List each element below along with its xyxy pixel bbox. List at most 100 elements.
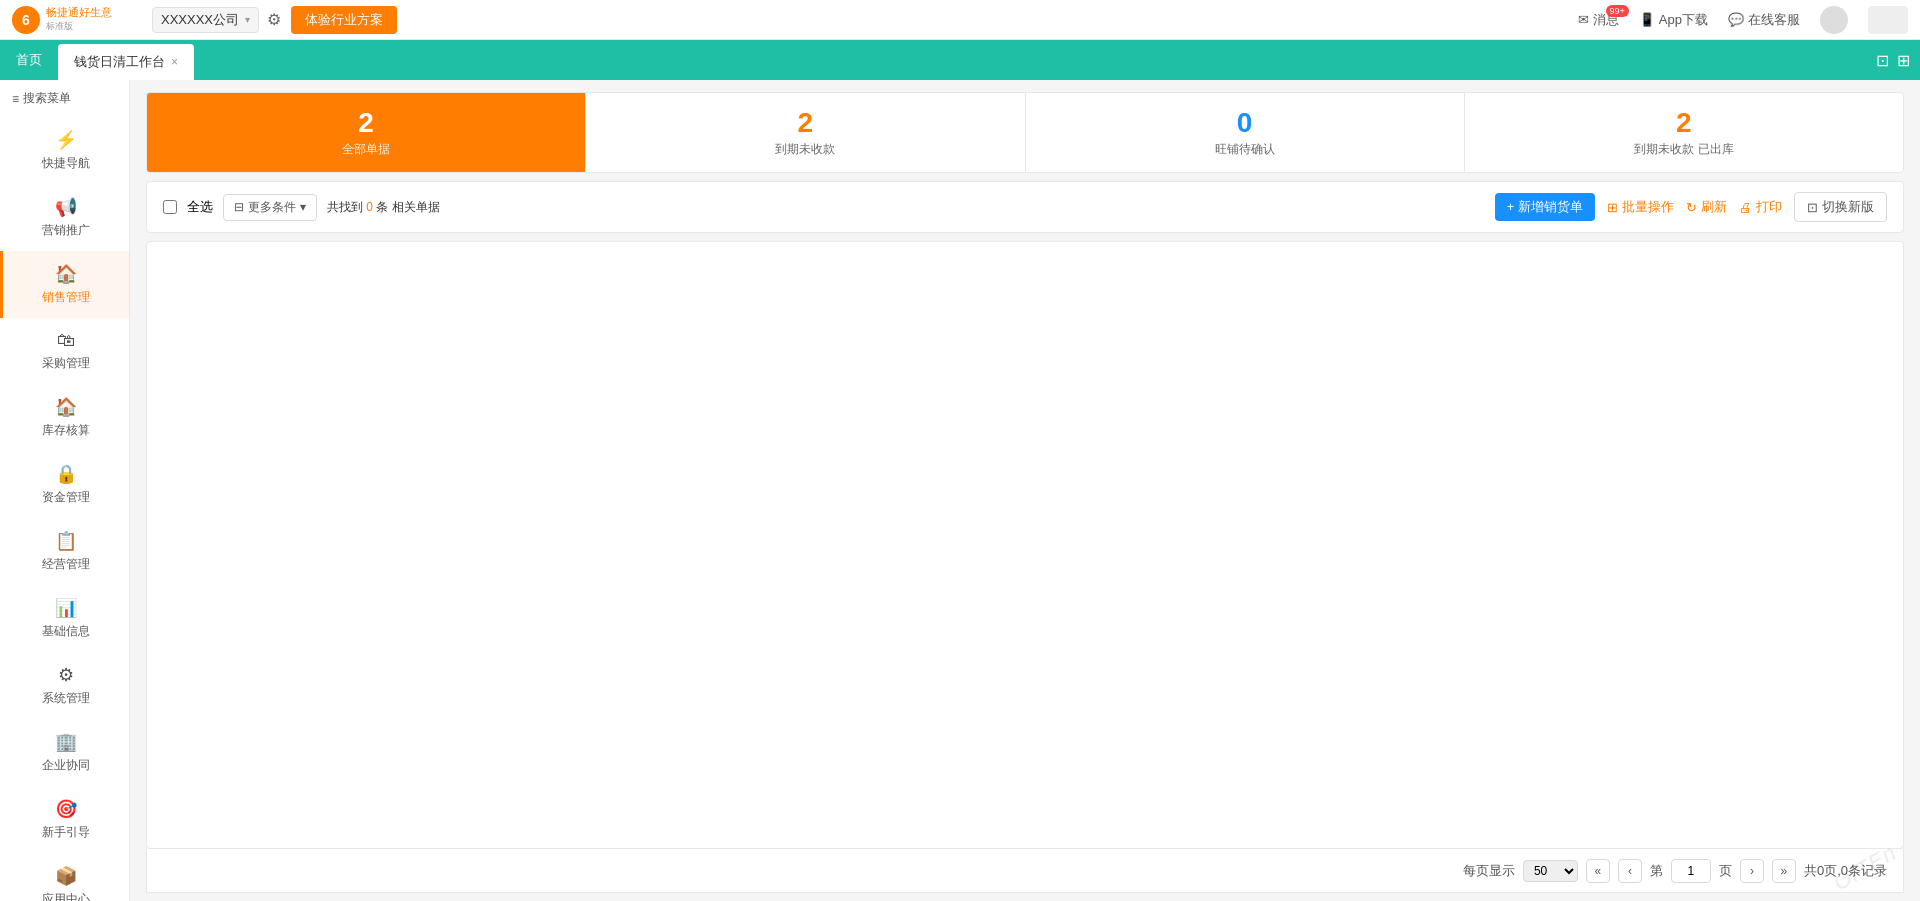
sidebar-item-basic-info[interactable]: 📊 基础信息 <box>0 585 129 652</box>
content-area: 2 全部单据 2 到期未收款 0 旺铺待确认 2 到期未收款 已出库 全选 <box>130 80 1920 901</box>
batch-icon: ⊞ <box>1607 200 1618 215</box>
switch-new-version-button[interactable]: ⊡ 切换新版 <box>1794 192 1887 222</box>
search-icon: ≡ <box>12 92 19 106</box>
tab-home[interactable]: 首页 <box>0 40 58 80</box>
logo-badge: 标准版 <box>46 20 112 33</box>
operations-icon: 📋 <box>55 530 77 552</box>
maximize-icon[interactable]: ⊞ <box>1897 51 1910 70</box>
filter-icon: ⊟ <box>234 200 244 214</box>
total-records: 共0页,0条记录 <box>1804 862 1887 880</box>
message-badge: 99+ <box>1606 5 1629 17</box>
sidebar-item-guide[interactable]: 🎯 新手引导 <box>0 786 129 853</box>
next-page-button[interactable]: › <box>1740 859 1764 883</box>
logo-icon: 6 <box>12 6 40 34</box>
logo-area: 6 畅捷通好生意 标准版 <box>12 6 142 34</box>
filter-chevron-icon: ▾ <box>300 200 306 214</box>
logo-text: 畅捷通好生意 <box>46 6 112 19</box>
inventory-icon: 🏠 <box>55 396 77 418</box>
toolbar: 全选 ⊟ 更多条件 ▾ 共找到 0 条 相关单据 + 新增销货单 ⊞ 批量操作 <box>146 181 1904 233</box>
last-page-button[interactable]: » <box>1772 859 1796 883</box>
select-all-label: 全选 <box>187 198 213 216</box>
switch-icon: ⊡ <box>1807 200 1818 215</box>
new-sale-button[interactable]: + 新增销货单 <box>1495 193 1595 221</box>
top-bar: 6 畅捷通好生意 标准版 XXXXXX公司 ▾ ⚙ 体验行业方案 ✉ 消息 99… <box>0 0 1920 40</box>
company-name: XXXXXX公司 <box>161 11 239 29</box>
stat-label-shipped: 到期未收款 已出库 <box>1485 141 1883 158</box>
quick-nav-icon: ⚡ <box>55 129 77 151</box>
print-button[interactable]: 🖨 打印 <box>1739 198 1782 216</box>
filter-button[interactable]: ⊟ 更多条件 ▾ <box>223 194 317 221</box>
per-page-select[interactable]: 50 100 200 <box>1523 860 1578 882</box>
app-center-icon: 📦 <box>55 865 77 887</box>
tab-close-icon[interactable]: × <box>171 55 178 69</box>
download-icon: 📱 <box>1639 12 1655 27</box>
sidebar-search[interactable]: ≡ 搜索菜单 <box>0 80 129 117</box>
basic-info-icon: 📊 <box>55 597 77 619</box>
sidebar-item-finance[interactable]: 🔒 资金管理 <box>0 451 129 518</box>
refresh-icon: ↻ <box>1686 200 1697 215</box>
prev-page-button[interactable]: ‹ <box>1618 859 1642 883</box>
service-icon: 💬 <box>1728 12 1744 27</box>
settings-icon[interactable]: ⚙ <box>267 10 281 29</box>
tab-active[interactable]: 钱货日清工作台 × <box>58 44 194 80</box>
stat-card-shipped[interactable]: 2 到期未收款 已出库 <box>1465 93 1903 172</box>
message-button[interactable]: ✉ 消息 99+ <box>1578 11 1619 29</box>
sidebar-item-enterprise[interactable]: 🏢 企业协同 <box>0 719 129 786</box>
found-text: 共找到 0 条 相关单据 <box>327 199 440 216</box>
print-icon: 🖨 <box>1739 200 1752 215</box>
stat-card-all[interactable]: 2 全部单据 <box>147 93 586 172</box>
sidebar-item-operations[interactable]: 📋 经营管理 <box>0 518 129 585</box>
stat-count-pending: 0 <box>1046 107 1444 139</box>
pagination: 每页显示 50 100 200 « ‹ 第 页 › » 共0页,0条记录 <box>146 849 1904 893</box>
finance-icon: 🔒 <box>55 463 77 485</box>
stat-count-overdue: 2 <box>606 107 1004 139</box>
enterprise-icon: 🏢 <box>55 731 77 753</box>
sidebar-item-quick-nav[interactable]: ⚡ 快捷导航 <box>0 117 129 184</box>
found-count: 0 <box>366 200 373 214</box>
sidebar: ≡ 搜索菜单 ⚡ 快捷导航 📢 营销推广 🏠 销售管理 🛍 采购管理 🏠 库存核… <box>0 80 130 901</box>
trial-button[interactable]: 体验行业方案 <box>291 6 397 34</box>
top-right-actions: ✉ 消息 99+ 📱 App下载 💬 在线客服 <box>1578 6 1908 34</box>
toolbar-right: + 新增销货单 ⊞ 批量操作 ↻ 刷新 🖨 打印 ⊡ 切换新版 <box>1495 192 1887 222</box>
message-icon: ✉ <box>1578 12 1589 27</box>
page-label: 第 <box>1650 862 1663 880</box>
batch-operation-button[interactable]: ⊞ 批量操作 <box>1607 198 1674 216</box>
select-all-checkbox[interactable] <box>163 200 177 214</box>
sidebar-item-marketing[interactable]: 📢 营销推广 <box>0 184 129 251</box>
per-page-label: 每页显示 <box>1463 862 1515 880</box>
tab-bar: 首页 钱货日清工作台 × ⊡ ⊞ <box>0 40 1920 80</box>
marketing-icon: 📢 <box>55 196 77 218</box>
stat-card-pending[interactable]: 0 旺铺待确认 <box>1026 93 1465 172</box>
guide-icon: 🎯 <box>55 798 77 820</box>
page-number-input[interactable] <box>1671 859 1711 883</box>
page-suffix: 页 <box>1719 862 1732 880</box>
stat-card-overdue[interactable]: 2 到期未收款 <box>586 93 1025 172</box>
stat-count-all: 2 <box>167 107 565 139</box>
stat-count-shipped: 2 <box>1485 107 1883 139</box>
sidebar-item-app-center[interactable]: 📦 应用中心 <box>0 853 129 901</box>
minimize-icon[interactable]: ⊡ <box>1876 51 1889 70</box>
main-layout: ≡ 搜索菜单 ⚡ 快捷导航 📢 营销推广 🏠 销售管理 🛍 采购管理 🏠 库存核… <box>0 80 1920 901</box>
company-selector[interactable]: XXXXXX公司 ▾ <box>152 7 259 33</box>
avatar[interactable] <box>1820 6 1848 34</box>
purchase-icon: 🛍 <box>57 330 75 351</box>
online-service-button[interactable]: 💬 在线客服 <box>1728 11 1800 29</box>
sidebar-item-sales[interactable]: 🏠 销售管理 <box>0 251 129 318</box>
first-page-button[interactable]: « <box>1586 859 1610 883</box>
toolbar-left: 全选 ⊟ 更多条件 ▾ 共找到 0 条 相关单据 <box>163 194 440 221</box>
refresh-button[interactable]: ↻ 刷新 <box>1686 198 1727 216</box>
sidebar-item-purchase[interactable]: 🛍 采购管理 <box>0 318 129 384</box>
sales-icon: 🏠 <box>55 263 77 285</box>
stat-label-overdue: 到期未收款 <box>606 141 1004 158</box>
stats-row: 2 全部单据 2 到期未收款 0 旺铺待确认 2 到期未收款 已出库 <box>146 92 1904 173</box>
stat-label-all: 全部单据 <box>167 141 565 158</box>
table-area <box>146 241 1904 849</box>
sidebar-item-system[interactable]: ⚙ 系统管理 <box>0 652 129 719</box>
app-download-button[interactable]: 📱 App下载 <box>1639 11 1708 29</box>
chevron-down-icon: ▾ <box>245 14 250 25</box>
sidebar-item-inventory[interactable]: 🏠 库存核算 <box>0 384 129 451</box>
system-icon: ⚙ <box>58 664 74 686</box>
user-name-display[interactable] <box>1868 6 1908 34</box>
tab-window-controls: ⊡ ⊞ <box>1876 51 1920 70</box>
stat-label-pending: 旺铺待确认 <box>1046 141 1444 158</box>
